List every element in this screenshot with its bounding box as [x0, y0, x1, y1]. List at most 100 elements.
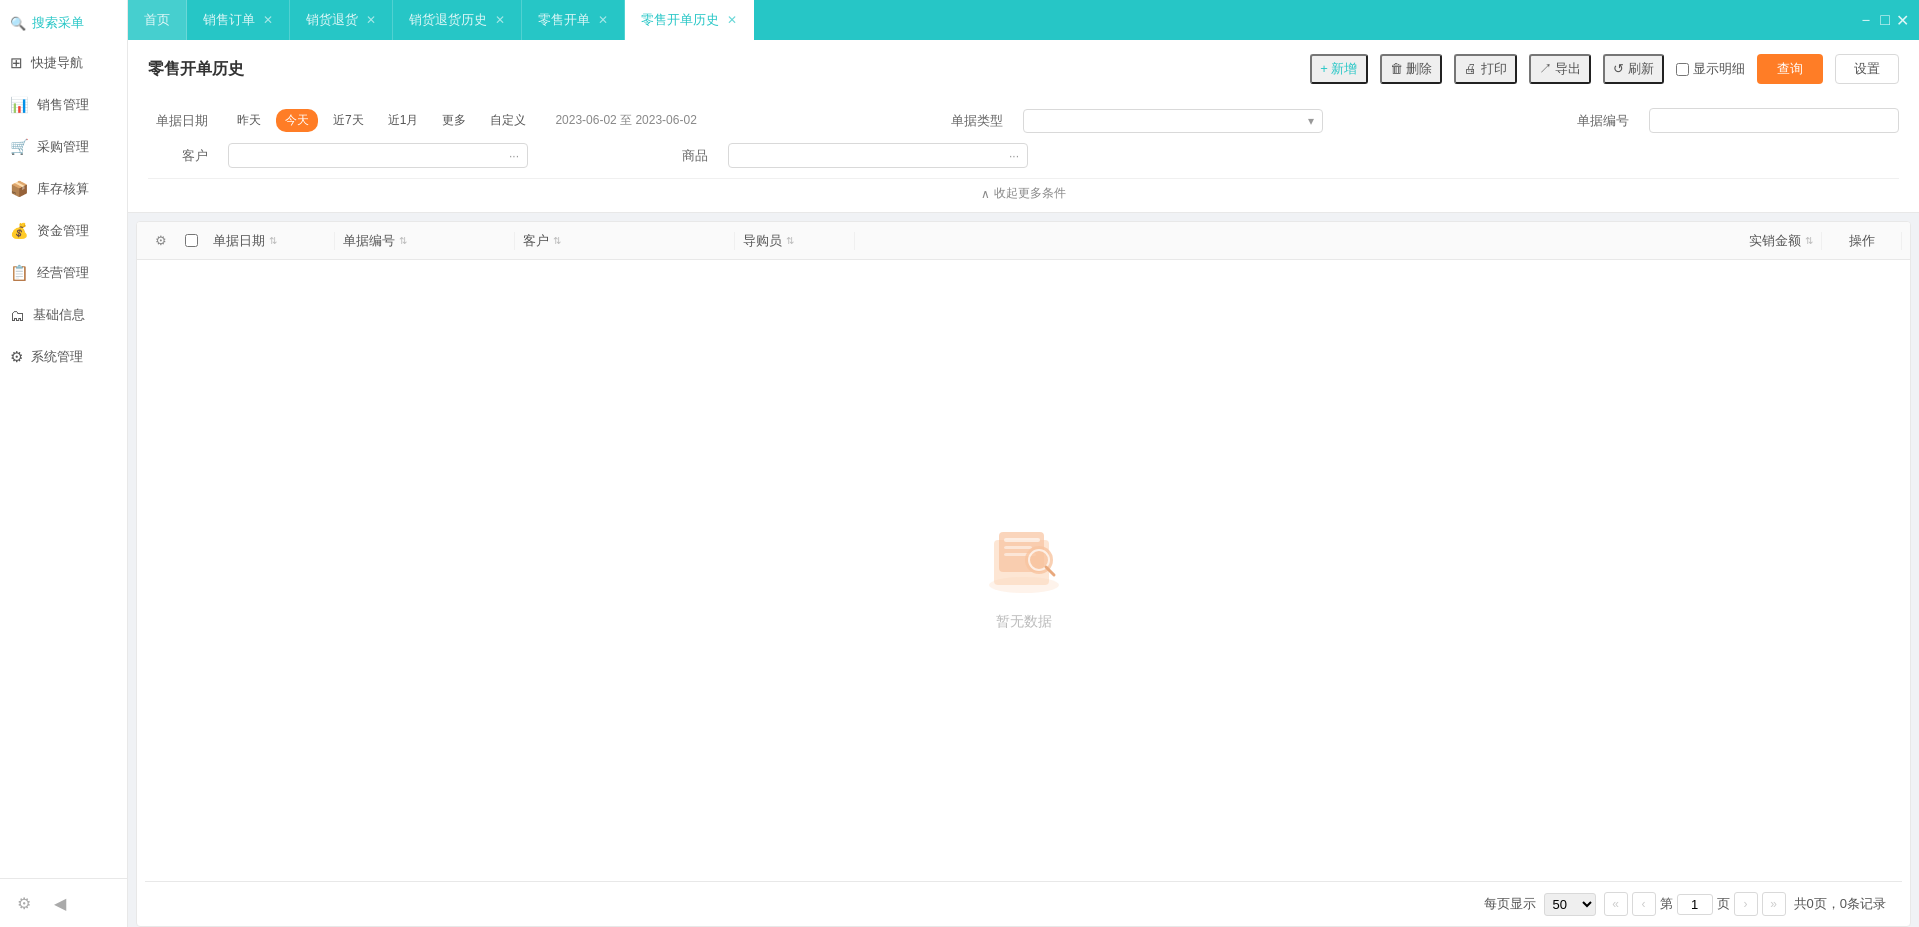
sidebar-item-nav-system[interactable]: ⚙ 系统管理 [0, 336, 127, 378]
tab-home[interactable]: 首页 [128, 0, 187, 40]
page-nav: « ‹ 第 页 › » [1604, 892, 1786, 916]
goods-filter-input[interactable] [737, 148, 1009, 163]
tab-retail-history[interactable]: 零售开单历史✕ [625, 0, 754, 40]
close-btn[interactable]: ✕ [1896, 11, 1909, 30]
window-controls: － □ ✕ [1848, 10, 1919, 31]
sidebar-item-nav-purchase[interactable]: 🛒采购管理 [0, 126, 127, 168]
col-header-amount[interactable]: 实销金额 ⇅ [1692, 232, 1822, 250]
nav-label-nav-finance: 资金管理 [37, 222, 89, 240]
sidebar-settings-btn[interactable]: ⚙ [10, 889, 38, 917]
page-label-post: 页 [1717, 895, 1730, 913]
type-filter-select[interactable]: ▾ [1023, 109, 1323, 133]
print-button[interactable]: 🖨 打印 [1454, 54, 1517, 84]
query-button[interactable]: 查询 [1757, 54, 1823, 84]
show-detail-toggle[interactable]: 显示明细 [1676, 60, 1745, 78]
page-next-btn[interactable]: › [1734, 892, 1758, 916]
goods-filter-dots[interactable]: ··· [1009, 149, 1019, 163]
sidebar-search-label: 搜索采单 [32, 14, 84, 32]
date-btn-更多[interactable]: 更多 [433, 109, 475, 132]
page-prev-btn[interactable]: ‹ [1632, 892, 1656, 916]
tab-retail-open-close[interactable]: ✕ [598, 13, 608, 27]
nav-icon-nav-system: ⚙ [10, 348, 23, 366]
date-filter-label: 单据日期 [148, 112, 208, 130]
col-header-guide[interactable]: 导购员 ⇅ [735, 232, 855, 250]
per-page-select[interactable]: 102050100 [1544, 893, 1596, 916]
show-detail-checkbox[interactable] [1676, 63, 1689, 76]
add-button[interactable]: + 新增 [1310, 54, 1367, 84]
sidebar-item-nav-basic[interactable]: 🗂基础信息 [0, 294, 127, 336]
empty-text: 暂无数据 [996, 613, 1052, 631]
type-filter-label: 单据类型 [943, 112, 1003, 130]
date-btn-近7天[interactable]: 近7天 [324, 109, 373, 132]
col-header-customer[interactable]: 客户 ⇅ [515, 232, 735, 250]
minimize-btn[interactable]: － [1858, 10, 1874, 31]
sidebar-collapse-btn[interactable]: ◀ [46, 889, 74, 917]
customer-filter-dots[interactable]: ··· [509, 149, 519, 163]
tab-sales-return-history-label: 销货退货历史 [409, 11, 487, 29]
sidebar-item-nav-inventory[interactable]: 📦库存核算 [0, 168, 127, 210]
col-customer-sort-icon: ⇅ [553, 235, 561, 246]
page-last-btn[interactable]: » [1762, 892, 1786, 916]
page-input[interactable] [1677, 894, 1713, 915]
sidebar-nav: ⊞快捷导航📊销售管理🛒采购管理📦库存核算💰资金管理📋经营管理🗂基础信息 ⚙ 系统管理 [0, 42, 127, 878]
delete-button[interactable]: 🗑 删除 [1380, 54, 1443, 84]
main-area: 首页销售订单✕销货退货✕销货退货历史✕零售开单✕零售开单历史✕ － □ ✕ 零售… [128, 0, 1919, 927]
tab-retail-open-label: 零售开单 [538, 11, 590, 29]
maximize-btn[interactable]: □ [1880, 11, 1890, 29]
nav-label-nav-purchase: 采购管理 [37, 138, 89, 156]
nav-label-nav-system: 系统管理 [31, 348, 83, 366]
no-filter-input[interactable] [1658, 113, 1890, 128]
goods-filter-label: 商品 [648, 147, 708, 165]
col-header-no[interactable]: 单据编号 ⇅ [335, 232, 515, 250]
goods-filter-input-wrap: ··· [728, 143, 1028, 168]
select-all-checkbox[interactable] [185, 234, 198, 247]
customer-filter-input-wrap: ··· [228, 143, 528, 168]
tab-sales-return-history-close[interactable]: ✕ [495, 13, 505, 27]
date-range-display: 2023-06-02 至 2023-06-02 [555, 112, 696, 129]
col-guide-sort-icon: ⇅ [786, 235, 794, 246]
sidebar-item-nav-operation[interactable]: 📋经营管理 [0, 252, 127, 294]
tab-retail-history-close[interactable]: ✕ [727, 13, 737, 27]
col-amount-label: 实销金额 [1749, 232, 1801, 250]
date-btn-昨天[interactable]: 昨天 [228, 109, 270, 132]
nav-label-nav-operation: 经营管理 [37, 264, 89, 282]
col-customer-label: 客户 [523, 232, 549, 250]
tab-sales-order-close[interactable]: ✕ [263, 13, 273, 27]
settings-button[interactable]: 设置 [1835, 54, 1899, 84]
export-button[interactable]: ↗ 导出 [1529, 54, 1592, 84]
col-date-sort-icon: ⇅ [269, 235, 277, 246]
tab-sales-return-history[interactable]: 销货退货历史 ✕ [393, 0, 522, 40]
collapse-button[interactable]: ∧ 收起更多条件 [971, 183, 1076, 204]
date-btn-今天[interactable]: 今天 [276, 109, 318, 132]
select-all-checkbox-wrap [177, 234, 205, 247]
refresh-button[interactable]: ↺ 刷新 [1603, 54, 1664, 84]
empty-svg [974, 510, 1074, 610]
sidebar-footer: ⚙ ◀ [0, 878, 127, 927]
table-settings-btn[interactable]: ⚙ [145, 233, 177, 248]
tab-sales-return[interactable]: 销货退货✕ [290, 0, 393, 40]
sidebar-item-nav-finance[interactable]: 💰资金管理 [0, 210, 127, 252]
tab-sales-return-close[interactable]: ✕ [366, 13, 376, 27]
page-label-pre: 第 [1660, 895, 1673, 913]
table-wrap: ⚙ 单据日期 ⇅ 单据编号 ⇅ 客户 ⇅ 导购员 ⇅ [136, 221, 1911, 927]
page-title: 零售开单历史 [148, 59, 244, 80]
nav-label-nav-sales: 销售管理 [37, 96, 89, 114]
nav-icon-nav-inventory: 📦 [10, 180, 29, 198]
date-btn-自定义[interactable]: 自定义 [481, 109, 535, 132]
tab-sales-order[interactable]: 销售订单✕ [187, 0, 290, 40]
toolbar: + 新增 🗑 删除 🖨 打印 ↗ 导出 ↺ 刷新 显示明细 查询 设置 [1310, 54, 1899, 84]
customer-filter-input[interactable] [237, 148, 509, 163]
customer-filter-label: 客户 [148, 147, 208, 165]
tab-retail-open[interactable]: 零售开单 ✕ [522, 0, 625, 40]
page-first-btn[interactable]: « [1604, 892, 1628, 916]
nav-icon-nav-quick: ⊞ [10, 54, 23, 72]
col-header-date[interactable]: 单据日期 ⇅ [205, 232, 335, 250]
col-date-label: 单据日期 [213, 232, 265, 250]
sidebar-search[interactable]: 🔍 搜索采单 [0, 0, 127, 42]
sidebar-item-nav-sales[interactable]: 📊销售管理 [0, 84, 127, 126]
show-detail-label: 显示明细 [1693, 60, 1745, 78]
col-no-label: 单据编号 [343, 232, 395, 250]
sidebar-item-nav-quick[interactable]: ⊞快捷导航 [0, 42, 127, 84]
date-btn-近1月[interactable]: 近1月 [379, 109, 428, 132]
pagination: 每页显示 102050100 « ‹ 第 页 › » 共0页，0条记录 [145, 881, 1902, 926]
